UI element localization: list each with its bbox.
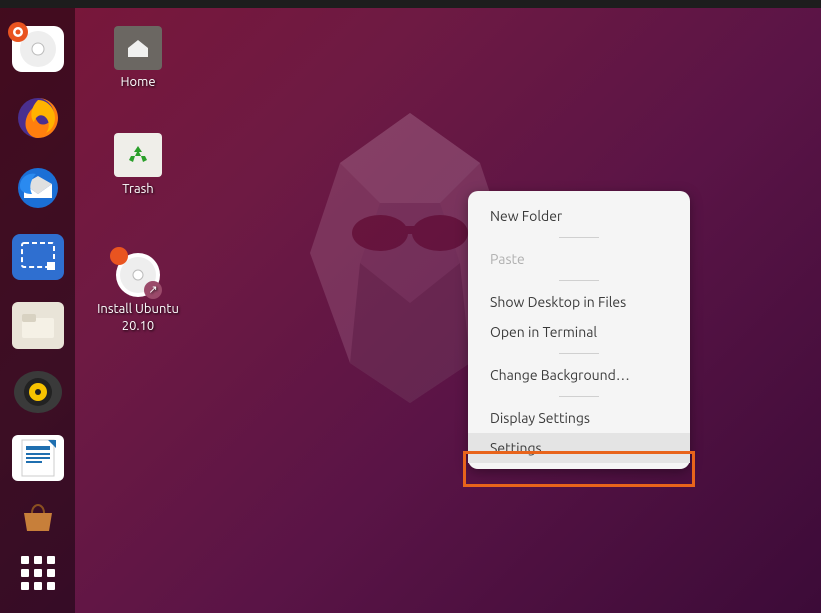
shortcut-arrow-icon: ↗ — [144, 281, 162, 299]
desktop-icon-install-ubuntu[interactable]: ↗ Install Ubuntu 20.10 — [88, 253, 188, 335]
menu-separator — [559, 353, 599, 354]
menu-separator — [559, 280, 599, 281]
menu-item-change-background[interactable]: Change Background… — [468, 360, 690, 390]
menu-item-new-folder[interactable]: New Folder — [468, 201, 690, 231]
desktop[interactable]: Home Trash ↗ Install Ubuntu 20.10 New Fo… — [75, 8, 821, 613]
recycle-icon — [127, 144, 149, 166]
dock-item-software[interactable] — [12, 503, 64, 533]
dock-item-rhythmbox[interactable] — [14, 371, 62, 414]
menu-item-settings[interactable]: Settings — [468, 433, 690, 463]
screenshot-icon — [21, 242, 55, 272]
files-icon — [20, 312, 56, 340]
desktop-icon-label: Install Ubuntu 20.10 — [88, 301, 188, 335]
shopping-bag-icon — [18, 503, 58, 533]
menu-separator — [559, 396, 599, 397]
desktop-icon-trash[interactable]: Trash — [88, 133, 188, 198]
dock-item-screenshot[interactable] — [12, 234, 64, 280]
desktop-icon-home[interactable]: Home — [88, 26, 188, 91]
desktop-icon-label: Trash — [122, 181, 153, 198]
dock-item-thunderbird[interactable] — [12, 164, 64, 212]
menu-item-show-desktop-in-files[interactable]: Show Desktop in Files — [468, 287, 690, 317]
menu-separator — [559, 237, 599, 238]
top-bar — [0, 0, 821, 8]
thunderbird-icon — [14, 164, 62, 212]
menu-item-open-in-terminal[interactable]: Open in Terminal — [468, 317, 690, 347]
dock-item-firefox[interactable] — [12, 94, 64, 142]
desktop-icon-label: Home — [120, 74, 155, 91]
menu-item-paste: Paste — [468, 244, 690, 274]
dock-item-files[interactable] — [12, 302, 64, 348]
firefox-icon — [14, 94, 62, 142]
show-applications-button[interactable] — [18, 555, 58, 591]
dock-item-writer[interactable] — [12, 435, 64, 481]
speaker-icon — [23, 377, 53, 407]
home-folder-icon — [125, 37, 151, 59]
desktop-context-menu: New Folder Paste Show Desktop in Files O… — [468, 191, 690, 469]
libreoffice-writer-icon — [20, 438, 56, 478]
dock — [0, 8, 75, 613]
dock-item-installer[interactable] — [12, 26, 64, 72]
menu-item-display-settings[interactable]: Display Settings — [468, 403, 690, 433]
